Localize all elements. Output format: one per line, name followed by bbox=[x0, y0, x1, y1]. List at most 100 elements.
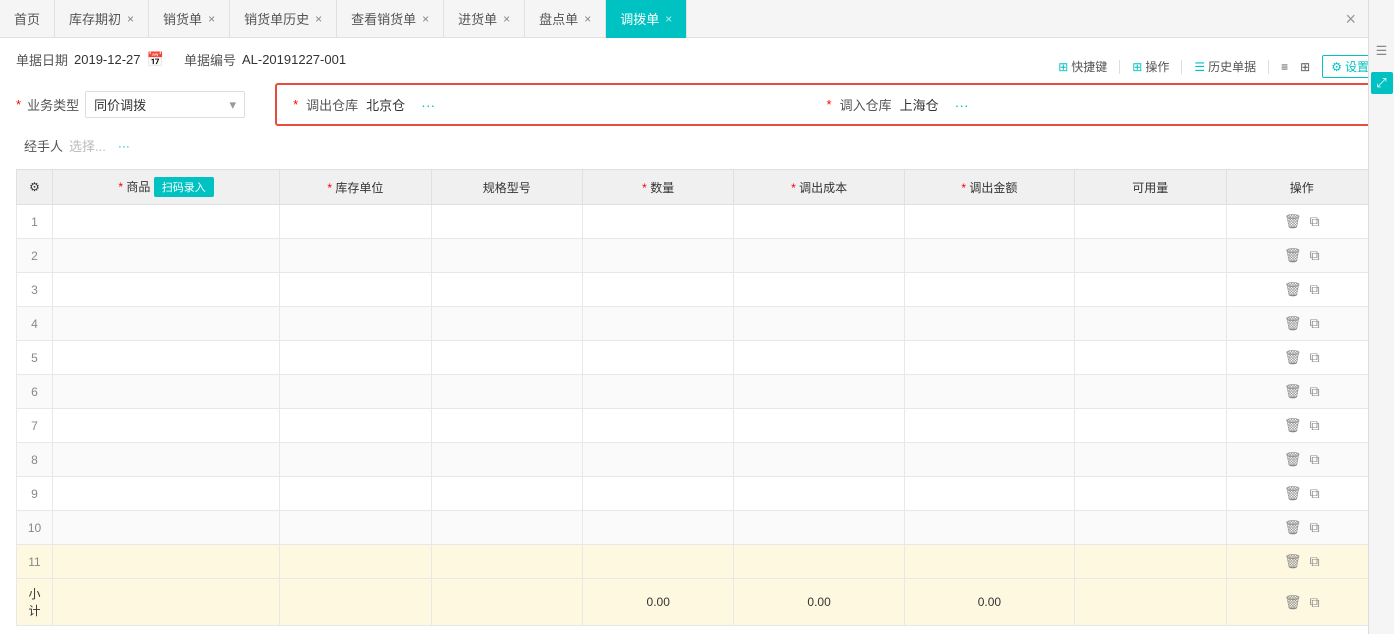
row-cost-2[interactable] bbox=[734, 239, 904, 273]
handler-input[interactable]: 选择... bbox=[69, 136, 106, 155]
row-spec-5[interactable] bbox=[431, 341, 582, 375]
tab-bar-close-all[interactable]: × bbox=[1337, 0, 1364, 38]
row-spec-11[interactable] bbox=[431, 545, 582, 579]
row-spec-9[interactable] bbox=[431, 477, 582, 511]
layout-icon-2[interactable]: ⊞ bbox=[1300, 60, 1310, 74]
row-product-9[interactable] bbox=[53, 477, 280, 511]
calendar-icon[interactable]: 📅 bbox=[147, 51, 164, 68]
th-settings[interactable]: ⚙ bbox=[17, 170, 53, 205]
copy-icon[interactable]: ⧉ bbox=[1310, 451, 1320, 468]
delete-icon[interactable]: 🗑 bbox=[1284, 247, 1302, 264]
copy-icon[interactable]: ⧉ bbox=[1310, 247, 1320, 264]
row-cost-8[interactable] bbox=[734, 443, 904, 477]
subtotal-copy-icon[interactable]: ⧉ bbox=[1310, 594, 1320, 611]
row-available-6[interactable] bbox=[1075, 375, 1226, 409]
row-available-1[interactable] bbox=[1075, 205, 1226, 239]
row-qty-3[interactable] bbox=[582, 273, 733, 307]
delete-icon[interactable]: 🗑 bbox=[1284, 213, 1302, 230]
row-unit-7[interactable] bbox=[280, 409, 431, 443]
row-qty-1[interactable] bbox=[582, 205, 733, 239]
row-available-5[interactable] bbox=[1075, 341, 1226, 375]
delete-icon[interactable]: 🗑 bbox=[1284, 553, 1302, 570]
scan-button[interactable]: 扫码录入 bbox=[154, 177, 214, 197]
copy-icon[interactable]: ⧉ bbox=[1310, 213, 1320, 230]
copy-icon[interactable]: ⧉ bbox=[1310, 417, 1320, 434]
row-product-6[interactable] bbox=[53, 375, 280, 409]
doc-date-value[interactable]: 2019-12-27 bbox=[74, 52, 141, 67]
delete-icon[interactable]: 🗑 bbox=[1284, 417, 1302, 434]
row-spec-2[interactable] bbox=[431, 239, 582, 273]
row-qty-5[interactable] bbox=[582, 341, 733, 375]
row-qty-7[interactable] bbox=[582, 409, 733, 443]
row-product-4[interactable] bbox=[53, 307, 280, 341]
tab-inventory-close[interactable]: × bbox=[127, 12, 134, 26]
row-qty-6[interactable] bbox=[582, 375, 733, 409]
business-type-select[interactable]: 同价调拨 ▾ bbox=[85, 91, 245, 118]
row-amount-8[interactable] bbox=[904, 443, 1074, 477]
row-cost-10[interactable] bbox=[734, 511, 904, 545]
row-qty-11[interactable] bbox=[582, 545, 733, 579]
row-spec-7[interactable] bbox=[431, 409, 582, 443]
row-unit-9[interactable] bbox=[280, 477, 431, 511]
row-product-7[interactable] bbox=[53, 409, 280, 443]
row-unit-2[interactable] bbox=[280, 239, 431, 273]
row-amount-10[interactable] bbox=[904, 511, 1074, 545]
row-amount-2[interactable] bbox=[904, 239, 1074, 273]
row-cost-6[interactable] bbox=[734, 375, 904, 409]
row-cost-11[interactable] bbox=[734, 545, 904, 579]
copy-icon[interactable]: ⧉ bbox=[1310, 349, 1320, 366]
sidebar-doc-icon[interactable]: ☰ bbox=[1371, 40, 1393, 62]
row-product-11[interactable] bbox=[53, 545, 280, 579]
delete-icon[interactable]: 🗑 bbox=[1284, 451, 1302, 468]
row-amount-7[interactable] bbox=[904, 409, 1074, 443]
row-available-9[interactable] bbox=[1075, 477, 1226, 511]
row-amount-6[interactable] bbox=[904, 375, 1074, 409]
row-qty-10[interactable] bbox=[582, 511, 733, 545]
tab-purchase-close[interactable]: × bbox=[503, 12, 510, 26]
row-product-2[interactable] bbox=[53, 239, 280, 273]
subtotal-delete-icon[interactable]: 🗑 bbox=[1284, 594, 1302, 611]
row-cost-7[interactable] bbox=[734, 409, 904, 443]
copy-icon[interactable]: ⧉ bbox=[1310, 519, 1320, 536]
copy-icon[interactable]: ⧉ bbox=[1310, 315, 1320, 332]
copy-icon[interactable]: ⧉ bbox=[1310, 485, 1320, 502]
delete-icon[interactable]: 🗑 bbox=[1284, 315, 1302, 332]
row-unit-1[interactable] bbox=[280, 205, 431, 239]
tab-home[interactable]: 首页 bbox=[0, 0, 55, 38]
row-unit-10[interactable] bbox=[280, 511, 431, 545]
copy-icon[interactable]: ⧉ bbox=[1310, 281, 1320, 298]
row-unit-6[interactable] bbox=[280, 375, 431, 409]
tab-view-sales[interactable]: 查看销货单 × bbox=[337, 0, 444, 38]
row-amount-11[interactable] bbox=[904, 545, 1074, 579]
row-unit-5[interactable] bbox=[280, 341, 431, 375]
row-available-4[interactable] bbox=[1075, 307, 1226, 341]
tab-transfer-close[interactable]: × bbox=[665, 12, 672, 26]
row-amount-3[interactable] bbox=[904, 273, 1074, 307]
row-spec-3[interactable] bbox=[431, 273, 582, 307]
layout-icon-1[interactable]: ≡ bbox=[1281, 60, 1288, 74]
row-product-5[interactable] bbox=[53, 341, 280, 375]
row-unit-11[interactable] bbox=[280, 545, 431, 579]
row-spec-6[interactable] bbox=[431, 375, 582, 409]
row-available-11[interactable] bbox=[1075, 545, 1226, 579]
tab-stocktake-close[interactable]: × bbox=[584, 12, 591, 26]
row-product-3[interactable] bbox=[53, 273, 280, 307]
tab-inventory[interactable]: 库存期初 × bbox=[55, 0, 149, 38]
row-unit-3[interactable] bbox=[280, 273, 431, 307]
row-cost-3[interactable] bbox=[734, 273, 904, 307]
row-spec-8[interactable] bbox=[431, 443, 582, 477]
row-spec-10[interactable] bbox=[431, 511, 582, 545]
copy-icon[interactable]: ⧉ bbox=[1310, 383, 1320, 400]
delete-icon[interactable]: 🗑 bbox=[1284, 383, 1302, 400]
tab-sales-history[interactable]: 销货单历史 × bbox=[230, 0, 337, 38]
row-spec-4[interactable] bbox=[431, 307, 582, 341]
delete-icon[interactable]: 🗑 bbox=[1284, 281, 1302, 298]
row-cost-4[interactable] bbox=[734, 307, 904, 341]
row-available-3[interactable] bbox=[1075, 273, 1226, 307]
shortcut-button[interactable]: ⊞ 快捷键 bbox=[1058, 58, 1107, 75]
delete-icon[interactable]: 🗑 bbox=[1284, 485, 1302, 502]
row-unit-4[interactable] bbox=[280, 307, 431, 341]
copy-icon[interactable]: ⧉ bbox=[1310, 553, 1320, 570]
warehouse-out-more-icon[interactable]: ··· bbox=[421, 97, 435, 113]
row-qty-4[interactable] bbox=[582, 307, 733, 341]
